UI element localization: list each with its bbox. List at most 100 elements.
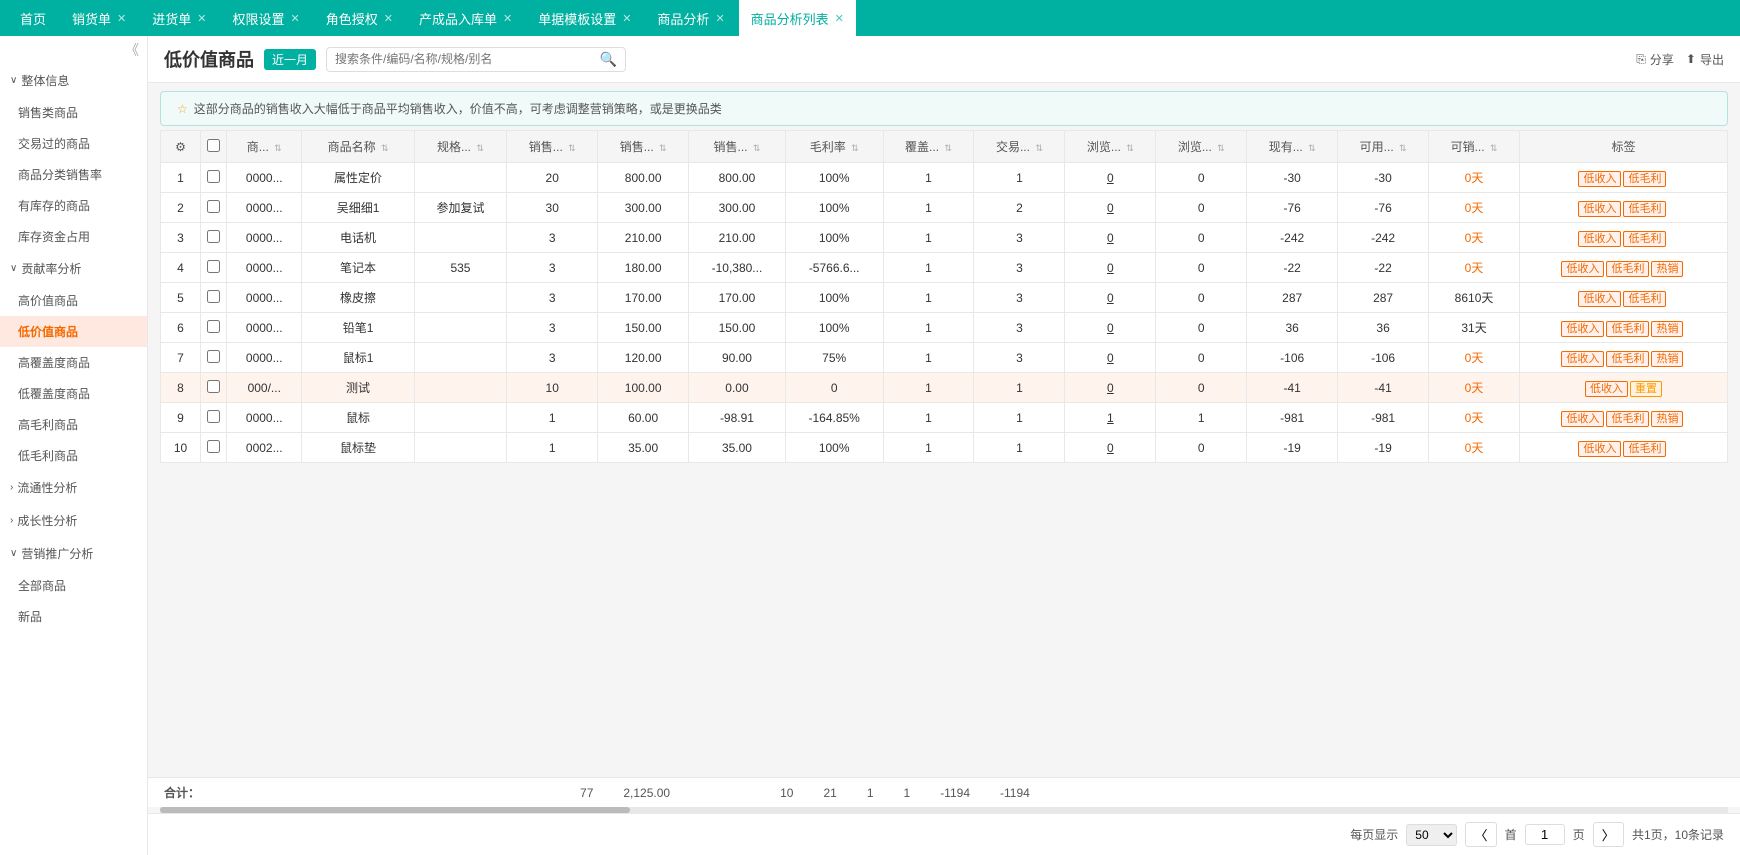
close-permission-icon[interactable]: ✕ xyxy=(291,12,300,25)
nav-goods-analysis[interactable]: 商品分析✕ xyxy=(645,0,736,36)
th-code[interactable]: 商... ⇅ xyxy=(227,131,302,163)
footer-qty: 77 xyxy=(580,786,593,800)
sidebar-item-high-value[interactable]: 高价值商品 xyxy=(0,285,147,316)
row-checkbox[interactable] xyxy=(201,283,227,313)
close-purchase-icon[interactable]: ✕ xyxy=(197,12,206,25)
th-coverage[interactable]: 覆盖... ⇅ xyxy=(883,131,974,163)
th-sales-amt[interactable]: 销售... ⇅ xyxy=(598,131,689,163)
th-name[interactable]: 商品名称 ⇅ xyxy=(302,131,414,163)
row-checkbox[interactable] xyxy=(201,343,227,373)
row-margin: -5766.6... xyxy=(785,253,883,283)
nav-template[interactable]: 单据模板设置✕ xyxy=(526,0,643,36)
row-browse1[interactable]: 1 xyxy=(1065,403,1156,433)
th-browse1[interactable]: 浏览... ⇅ xyxy=(1065,131,1156,163)
row-select-checkbox[interactable] xyxy=(207,320,220,333)
nav-purchase[interactable]: 进货单✕ xyxy=(140,0,218,36)
row-select-checkbox[interactable] xyxy=(207,200,220,213)
row-select-checkbox[interactable] xyxy=(207,170,220,183)
sidebar-section-overall[interactable]: ∨ 整体信息 xyxy=(0,64,147,97)
row-select-checkbox[interactable] xyxy=(207,350,220,363)
row-browse1[interactable]: 0 xyxy=(1065,433,1156,463)
sidebar-item-low-value[interactable]: 低价值商品 xyxy=(0,316,147,347)
th-browse2[interactable]: 浏览... ⇅ xyxy=(1156,131,1247,163)
page-input[interactable] xyxy=(1525,824,1565,845)
row-browse1[interactable]: 0 xyxy=(1065,283,1156,313)
th-avail[interactable]: 可用... ⇅ xyxy=(1338,131,1429,163)
sidebar-item-high-margin[interactable]: 高毛利商品 xyxy=(0,409,147,440)
row-select-checkbox[interactable] xyxy=(207,290,220,303)
row-sellable: 31天 xyxy=(1429,313,1520,343)
close-goods-list-icon[interactable]: ✕ xyxy=(835,12,844,25)
row-checkbox[interactable] xyxy=(201,253,227,283)
close-template-icon[interactable]: ✕ xyxy=(622,12,631,25)
first-page-btn[interactable]: 〈 xyxy=(1465,822,1496,847)
row-coverage: 1 xyxy=(883,373,974,403)
nav-home[interactable]: 首页 xyxy=(8,0,58,36)
search-box[interactable]: 🔍 xyxy=(326,47,626,72)
sidebar-item-stock-goods[interactable]: 有库存的商品 xyxy=(0,190,147,221)
sidebar-item-sales-goods[interactable]: 销售类商品 xyxy=(0,97,147,128)
th-settings[interactable]: ⚙ xyxy=(161,131,201,163)
nav-permission[interactable]: 权限设置✕ xyxy=(220,0,311,36)
th-margin[interactable]: 毛利率 ⇅ xyxy=(785,131,883,163)
collapse-sidebar-btn[interactable]: 《 xyxy=(125,40,139,60)
sidebar-section-growth[interactable]: › 成长性分析 xyxy=(0,504,147,537)
row-select-checkbox[interactable] xyxy=(207,440,220,453)
nav-role[interactable]: 角色授权✕ xyxy=(314,0,405,36)
row-checkbox[interactable] xyxy=(201,223,227,253)
th-spec[interactable]: 规格... ⇅ xyxy=(414,131,507,163)
nav-sales[interactable]: 销货单✕ xyxy=(60,0,138,36)
th-sellable[interactable]: 可销... ⇅ xyxy=(1429,131,1520,163)
row-coverage: 1 xyxy=(883,283,974,313)
sidebar-item-traded-goods[interactable]: 交易过的商品 xyxy=(0,128,147,159)
row-browse1[interactable]: 0 xyxy=(1065,193,1156,223)
row-browse1[interactable]: 0 xyxy=(1065,373,1156,403)
sidebar-section-flow[interactable]: › 流通性分析 xyxy=(0,471,147,504)
row-select-checkbox[interactable] xyxy=(207,260,220,273)
select-all-checkbox[interactable] xyxy=(207,139,220,152)
th-sales-profit[interactable]: 销售... ⇅ xyxy=(689,131,786,163)
sidebar-item-low-margin[interactable]: 低毛利商品 xyxy=(0,440,147,471)
export-button[interactable]: ⬆ 导出 xyxy=(1686,51,1724,68)
share-button[interactable]: ⎘ 分享 xyxy=(1636,51,1674,68)
search-icon[interactable]: 🔍 xyxy=(600,51,617,68)
next-page-btn[interactable]: 〉 xyxy=(1593,822,1624,847)
th-trans[interactable]: 交易... ⇅ xyxy=(974,131,1065,163)
table-container[interactable]: ⚙ 商... ⇅ 商品名称 ⇅ 规格... ⇅ 销售... ⇅ 销售... ⇅ … xyxy=(148,130,1740,777)
nav-goods-list[interactable]: 商品分析列表✕ xyxy=(739,0,856,36)
close-sales-icon[interactable]: ✕ xyxy=(117,12,126,25)
per-page-select[interactable]: 50 100 200 xyxy=(1406,824,1457,846)
row-checkbox[interactable] xyxy=(201,403,227,433)
row-checkbox[interactable] xyxy=(201,373,227,403)
th-stock[interactable]: 现有... ⇅ xyxy=(1247,131,1338,163)
row-margin: 75% xyxy=(785,343,883,373)
sidebar-item-all-goods[interactable]: 全部商品 xyxy=(0,570,147,601)
row-select-checkbox[interactable] xyxy=(207,230,220,243)
row-checkbox[interactable] xyxy=(201,193,227,223)
search-input[interactable] xyxy=(335,52,600,66)
sidebar-section-contribution[interactable]: ∨ 贡献率分析 xyxy=(0,252,147,285)
row-checkbox[interactable] xyxy=(201,313,227,343)
row-browse1[interactable]: 0 xyxy=(1065,253,1156,283)
sidebar-item-new-goods[interactable]: 新品 xyxy=(0,601,147,632)
row-checkbox[interactable] xyxy=(201,433,227,463)
sidebar-section-marketing[interactable]: ∨ 营销推广分析 xyxy=(0,537,147,570)
row-checkbox[interactable] xyxy=(201,163,227,193)
close-role-icon[interactable]: ✕ xyxy=(384,12,393,25)
sidebar-item-category-rate[interactable]: 商品分类销售率 xyxy=(0,159,147,190)
row-select-checkbox[interactable] xyxy=(207,410,220,423)
row-browse1[interactable]: 0 xyxy=(1065,223,1156,253)
nav-instock[interactable]: 产成品入库单✕ xyxy=(407,0,524,36)
sidebar-item-high-coverage[interactable]: 高覆盖度商品 xyxy=(0,347,147,378)
row-browse1[interactable]: 0 xyxy=(1065,313,1156,343)
close-instock-icon[interactable]: ✕ xyxy=(503,12,512,25)
row-browse1[interactable]: 0 xyxy=(1065,343,1156,373)
sidebar-item-low-coverage[interactable]: 低覆盖度商品 xyxy=(0,378,147,409)
close-goods-analysis-icon[interactable]: ✕ xyxy=(715,12,724,25)
sidebar: 《 ∨ 整体信息 销售类商品 交易过的商品 商品分类销售率 有库存的商品 库存资… xyxy=(0,36,148,855)
period-tag[interactable]: 近一月 xyxy=(264,49,316,70)
th-sales-qty[interactable]: 销售... ⇅ xyxy=(507,131,598,163)
row-select-checkbox[interactable] xyxy=(207,380,220,393)
row-browse1[interactable]: 0 xyxy=(1065,163,1156,193)
sidebar-item-stock-fund[interactable]: 库存资金占用 xyxy=(0,221,147,252)
